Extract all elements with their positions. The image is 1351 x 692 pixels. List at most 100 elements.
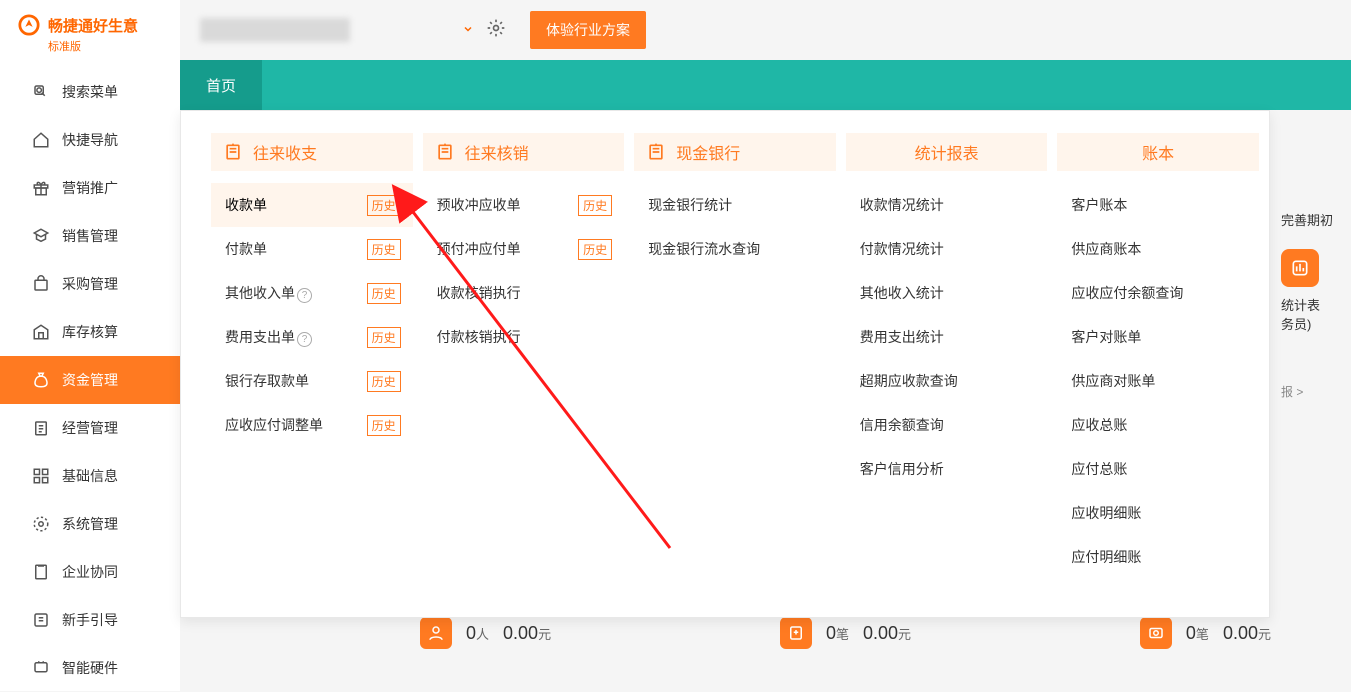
history-tag[interactable]: 历史 xyxy=(367,195,401,216)
history-tag[interactable]: 历史 xyxy=(367,283,401,304)
cart-icon xyxy=(32,275,50,293)
flyout-menu-item[interactable]: 其他收入单?历史 xyxy=(211,271,413,315)
sidebar-item-sales[interactable]: 销售管理 xyxy=(0,212,180,260)
peek-right-panel: 完善期初 统计表 务员) 报 > xyxy=(1281,180,1351,400)
peek-text: 完善期初 xyxy=(1281,210,1351,229)
sidebar-item-basicinfo[interactable]: 基础信息 xyxy=(0,452,180,500)
sidebar-item-funds[interactable]: 资金管理 xyxy=(0,356,180,404)
flyout-menu-item[interactable]: 应收应付余额查询 xyxy=(1057,271,1259,315)
history-tag[interactable]: 历史 xyxy=(367,371,401,392)
flyout-column-header: 统计报表 xyxy=(846,133,1048,171)
peek-text: 务员) xyxy=(1281,314,1351,333)
sidebar-item-search[interactable]: 搜索菜单 xyxy=(0,68,180,116)
flyout-menu-item-label: 现金银行统计 xyxy=(648,195,732,215)
flyout-menu-item[interactable]: 客户对账单 xyxy=(1057,315,1259,359)
flyout-menu-item[interactable]: 付款核销执行 xyxy=(423,315,625,359)
flyout-menu-list: 收款情况统计付款情况统计其他收入统计费用支出统计超期应收款查询信用余额查询客户信… xyxy=(846,183,1048,491)
gear-icon[interactable] xyxy=(486,18,506,43)
flyout-menu-item[interactable]: 收款核销执行 xyxy=(423,271,625,315)
history-tag[interactable]: 历史 xyxy=(578,195,612,216)
flyout-menu-item-label: 应收应付余额查询 xyxy=(1071,283,1183,303)
flyout-menu-item[interactable]: 付款单历史 xyxy=(211,227,413,271)
flyout-menu-item[interactable]: 信用余额查询 xyxy=(846,403,1048,447)
flyout-menu-item[interactable]: 其他收入统计 xyxy=(846,271,1048,315)
flyout-menu-item[interactable]: 应收应付调整单 历史 xyxy=(211,403,413,447)
sales-icon xyxy=(32,227,50,245)
flyout-menu-list: 预收冲应收单历史预付冲应付单历史收款核销执行付款核销执行 xyxy=(423,183,625,359)
history-tag[interactable]: 历史 xyxy=(367,239,401,260)
stat-amount: 0.00 xyxy=(863,623,898,643)
industry-plan-button[interactable]: 体验行业方案 xyxy=(530,11,646,49)
org-dropdown-caret[interactable] xyxy=(462,22,474,38)
flyout-menu-item[interactable]: 费用支出单?历史 xyxy=(211,315,413,359)
flyout-column: 现金银行现金银行统计现金银行流水查询 xyxy=(634,133,836,597)
org-name-redacted xyxy=(200,18,350,42)
sidebar-item-guide[interactable]: 新手引导 xyxy=(0,596,180,644)
flyout-menu-item-label: 收款情况统计 xyxy=(860,195,944,215)
sidebar-item-label: 快捷导航 xyxy=(62,130,118,150)
sidebar-item-hardware[interactable]: 智能硬件 xyxy=(0,644,180,692)
flyout-menu-item[interactable]: 供应商账本 xyxy=(1057,227,1259,271)
flyout-column: 账本客户账本供应商账本应收应付余额查询客户对账单供应商对账单应收总账应付总账应收… xyxy=(1057,133,1259,597)
flyout-menu-item[interactable]: 预收冲应收单历史 xyxy=(423,183,625,227)
flyout-menu-item[interactable]: 超期应收款查询 xyxy=(846,359,1048,403)
flyout-menu-item-label: 供应商账本 xyxy=(1071,239,1141,259)
flyout-menu-item[interactable]: 付款情况统计 xyxy=(846,227,1048,271)
help-icon[interactable]: ? xyxy=(297,332,312,347)
flyout-menu-item[interactable]: 应付明细账 xyxy=(1057,535,1259,579)
report-icon[interactable] xyxy=(1281,249,1319,287)
sidebar-item-quicknav[interactable]: 快捷导航 xyxy=(0,116,180,164)
flyout-menu-item-label: 其他收入统计 xyxy=(860,283,944,303)
brand-name: 畅捷通好生意 xyxy=(48,15,138,36)
device-icon xyxy=(32,659,50,677)
flyout-menu-item[interactable]: 现金银行流水查询 xyxy=(634,227,836,271)
flyout-menu-item[interactable]: 应收明细账 xyxy=(1057,491,1259,535)
flyout-menu-item[interactable]: 收款情况统计 xyxy=(846,183,1048,227)
flyout-menu-item[interactable]: 应付总账 xyxy=(1057,447,1259,491)
flyout-menu-item[interactable]: 银行存取款单历史 xyxy=(211,359,413,403)
flyout-menu-item[interactable]: 预付冲应付单历史 xyxy=(423,227,625,271)
section-icon xyxy=(223,142,243,162)
brand-edition: 标准版 xyxy=(48,38,180,54)
flyout-column-header: 往来收支 xyxy=(211,133,413,171)
tab-home[interactable]: 首页 xyxy=(180,60,262,110)
sidebar-item-purchase[interactable]: 采购管理 xyxy=(0,260,180,308)
section-icon xyxy=(435,142,455,162)
flyout-menu-item-label: 现金银行流水查询 xyxy=(648,239,760,259)
peek-more-link[interactable]: 报 > xyxy=(1281,383,1351,400)
flyout-menu-list: 收款单历史付款单历史其他收入单?历史费用支出单?历史银行存取款单历史应收应付调整… xyxy=(211,183,413,447)
history-tag[interactable]: 历史 xyxy=(367,327,401,348)
sidebar-item-operation[interactable]: 经营管理 xyxy=(0,404,180,452)
flyout-menu-item-label: 应收应付调整单 xyxy=(225,415,323,435)
stat-unit: 笔 xyxy=(1196,627,1209,642)
history-tag[interactable]: 历史 xyxy=(578,239,612,260)
flyout-menu-item[interactable]: 收款单 历史 xyxy=(211,183,413,227)
flyout-menu-item[interactable]: 应收总账 xyxy=(1057,403,1259,447)
sidebar-item-label: 采购管理 xyxy=(62,274,118,294)
flyout-menu-item[interactable]: 客户账本 xyxy=(1057,183,1259,227)
flyout-menu-item[interactable]: 客户信用分析 xyxy=(846,447,1048,491)
history-tag[interactable]: 历史 xyxy=(367,415,401,436)
sidebar-item-label: 搜索菜单 xyxy=(62,82,118,102)
flyout-column-header: 往来核销 xyxy=(423,133,625,171)
gift-icon xyxy=(32,179,50,197)
flyout-column: 往来核销预收冲应收单历史预付冲应付单历史收款核销执行付款核销执行 xyxy=(423,133,625,597)
flyout-menu-item[interactable]: 供应商对账单 xyxy=(1057,359,1259,403)
flyout-menu-list: 客户账本供应商账本应收应付余额查询客户对账单供应商对账单应收总账应付总账应收明细… xyxy=(1057,183,1259,579)
sidebar: 畅捷通好生意 标准版 搜索菜单 快捷导航 营销推广 销售管理 采购管理 库存核算… xyxy=(0,0,180,691)
doc-icon xyxy=(32,563,50,581)
topbar: 体验行业方案 xyxy=(180,0,1351,60)
flyout-menu-item-label: 收款单 xyxy=(225,195,267,215)
flyout-menu-item[interactable]: 现金银行统计 xyxy=(634,183,836,227)
flyout-menu-item[interactable]: 费用支出统计 xyxy=(846,315,1048,359)
sidebar-item-label: 智能硬件 xyxy=(62,658,118,678)
help-icon[interactable]: ? xyxy=(297,288,312,303)
flyout-menu-item-label: 应收明细账 xyxy=(1071,503,1141,523)
sidebar-item-inventory[interactable]: 库存核算 xyxy=(0,308,180,356)
settings-icon xyxy=(32,515,50,533)
sidebar-item-collab[interactable]: 企业协同 xyxy=(0,548,180,596)
flyout-menu-item-label: 客户对账单 xyxy=(1071,327,1141,347)
stat-amount: 0.00 xyxy=(1223,623,1258,643)
sidebar-item-marketing[interactable]: 营销推广 xyxy=(0,164,180,212)
sidebar-item-system[interactable]: 系统管理 xyxy=(0,500,180,548)
